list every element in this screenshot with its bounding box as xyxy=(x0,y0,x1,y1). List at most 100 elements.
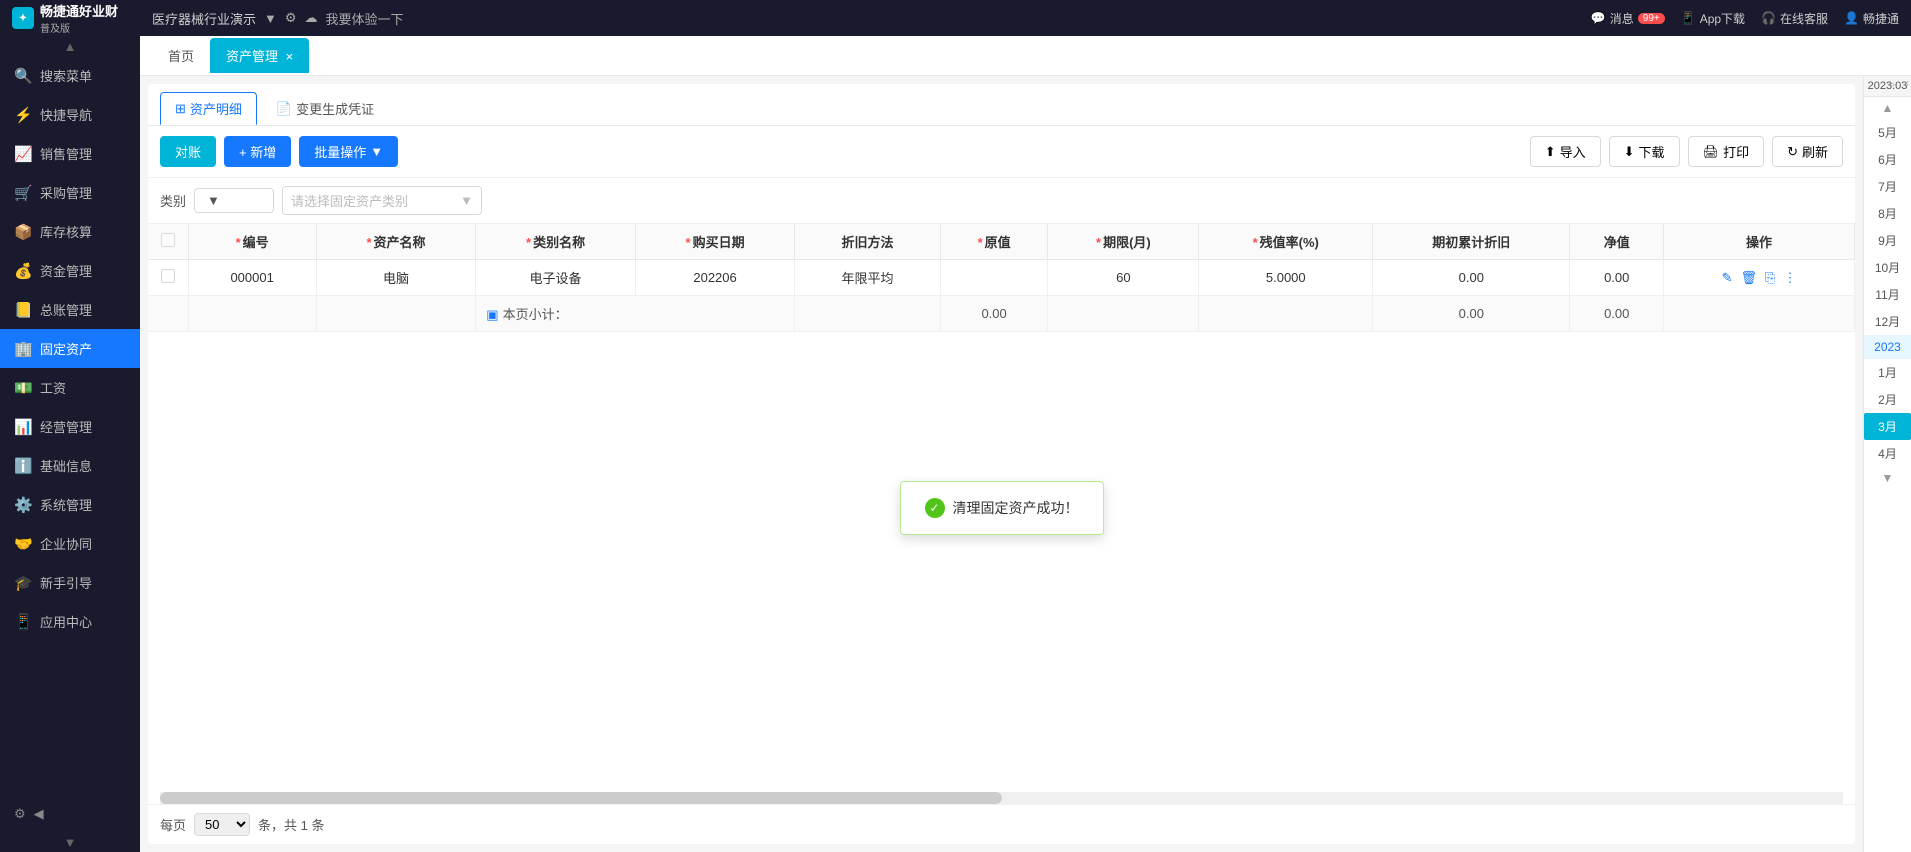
calendar-scroll-up[interactable]: ▲ xyxy=(1864,97,1911,119)
sidebar-item-新手引导[interactable]: 🎓新手引导 xyxy=(0,563,140,602)
calendar-month-item[interactable]: 4月 xyxy=(1864,440,1911,467)
calendar-panel: 2023.03 × ⇔ ▲ 5月6月7月8月9月10月11月12月20231月2… xyxy=(1863,76,1911,852)
calendar-month-item[interactable]: 12月 xyxy=(1864,308,1911,335)
horizontal-scrollbar[interactable] xyxy=(160,792,1843,804)
footer-collapse-icon[interactable]: ◀ xyxy=(34,806,44,822)
calendar-month-item[interactable]: 5月 xyxy=(1864,119,1911,146)
sidebar-icon: 📊 xyxy=(14,418,32,436)
import-icon: ⬆ xyxy=(1545,144,1556,160)
tab-asset-management[interactable]: 资产管理 × xyxy=(210,38,309,73)
filter-label: 类别 xyxy=(160,191,186,210)
sidebar-icon: ℹ️ xyxy=(14,457,32,475)
sidebar-item-总账管理[interactable]: 📒总账管理 xyxy=(0,290,140,329)
sidebar-item-搜索菜单[interactable]: 🔍搜索菜单 xyxy=(0,56,140,95)
row-period: 60 xyxy=(1048,260,1199,296)
sub-tabs: ⊞ 资产明细 📄 变更生成凭证 xyxy=(148,84,1855,126)
asset-category-input[interactable]: 请选择固定资产类别 ▼ xyxy=(282,186,482,215)
calendar-month-item[interactable]: 7月 xyxy=(1864,173,1911,200)
select-all-header[interactable] xyxy=(148,224,188,260)
calendar-month-item[interactable]: 6月 xyxy=(1864,146,1911,173)
more-icon[interactable]: ⋮ xyxy=(1783,270,1796,286)
message-button[interactable]: 💬 消息 99+ xyxy=(1591,10,1665,27)
sidebar-item-基础信息[interactable]: ℹ️ 基础信息 xyxy=(0,446,140,485)
sidebar-item-企业协同[interactable]: 🤝企业协同 xyxy=(0,524,140,563)
download-button[interactable]: ⬇ 下载 xyxy=(1609,136,1680,167)
subtotal-initial-dep: 0.00 xyxy=(1373,296,1570,332)
sidebar-icon: ⚡ xyxy=(14,106,32,124)
calendar-month-item[interactable]: 11月 xyxy=(1864,281,1911,308)
import-button[interactable]: ⬆ 导入 xyxy=(1530,136,1601,167)
total-label: 条，共 1 条 xyxy=(258,815,324,834)
success-message: 清理固定资产成功！ xyxy=(953,498,1079,518)
sidebar-item-库存核算[interactable]: 📦库存核算 xyxy=(0,212,140,251)
sub-tab-asset-detail[interactable]: ⊞ 资产明细 xyxy=(160,92,257,125)
calendar-close-icon[interactable]: × xyxy=(1903,78,1909,90)
settings-gear-icon[interactable]: ⚙ xyxy=(285,10,297,26)
sidebar-item-销售管理[interactable]: 📈销售管理 xyxy=(0,134,140,173)
calendar-month-item[interactable]: 3月 xyxy=(1864,413,1911,440)
per-page-select[interactable]: 50 100 xyxy=(194,813,250,836)
sidebar-item-应用中心[interactable]: 📱应用中心 xyxy=(0,602,140,641)
calendar-month-item[interactable]: 9月 xyxy=(1864,227,1911,254)
sidebar-label: 系统管理 xyxy=(40,495,92,514)
tab-close-icon[interactable]: × xyxy=(286,49,294,64)
toolbar: 对账 + 新增 批量操作 ▼ ⬆ 导入 ⬇ 下载 xyxy=(148,126,1855,178)
calendar-month-item[interactable]: 10月 xyxy=(1864,254,1911,281)
message-icon: 💬 xyxy=(1591,11,1606,25)
message-badge: 99+ xyxy=(1638,13,1665,24)
row-code: 000001 xyxy=(188,260,316,296)
app-edition: 普及版 xyxy=(40,20,118,35)
sidebar-scroll-down[interactable]: ▼ xyxy=(0,832,140,852)
toolbar-right: ⬆ 导入 ⬇ 下载 🖨 打印 ↻ 刷新 xyxy=(1530,136,1843,167)
calendar-scroll-down[interactable]: ▼ xyxy=(1864,467,1911,489)
row-checkbox-cell[interactable] xyxy=(148,260,188,296)
refresh-icon: ↻ xyxy=(1787,144,1798,160)
footer-settings-icon[interactable]: ⚙ xyxy=(14,806,26,822)
sidebar-item-快捷导航[interactable]: ⚡快捷导航 xyxy=(0,95,140,134)
category-filter[interactable]: ▼ xyxy=(194,188,274,213)
tab-home[interactable]: 首页 xyxy=(152,38,210,73)
print-button[interactable]: 🖨 打印 xyxy=(1688,136,1765,167)
online-service-button[interactable]: 🎧 在线客服 xyxy=(1761,10,1828,27)
app-download-button[interactable]: 📱 App下载 xyxy=(1681,10,1745,27)
sidebar-label: 基础信息 xyxy=(40,456,92,475)
copy-icon[interactable]: ⎘ xyxy=(1765,270,1775,286)
sub-tab-change-voucher[interactable]: 📄 变更生成凭证 xyxy=(261,92,389,125)
category-filter-chevron: ▼ xyxy=(207,193,220,208)
logo-icon: ✦ xyxy=(12,7,34,29)
sidebar-item-经营管理[interactable]: 📊经营管理 xyxy=(0,407,140,446)
col-original-value: *原值 xyxy=(940,224,1048,260)
sidebar-item-系统管理[interactable]: ⚙️系统管理 xyxy=(0,485,140,524)
select-all-checkbox[interactable] xyxy=(161,233,175,247)
sidebar-scroll-up[interactable]: ▲ xyxy=(0,36,140,56)
sub-tab-change-icon: 📄 xyxy=(276,101,292,117)
avatar-icon: 👤 xyxy=(1844,11,1859,25)
sub-tab-detail-icon: ⊞ xyxy=(175,101,186,117)
calendar-expand-icon[interactable]: ⇔ xyxy=(1886,78,1897,90)
sidebar-item-资金管理[interactable]: 💰资金管理 xyxy=(0,251,140,290)
experience-text[interactable]: 我要体验一下 xyxy=(326,9,404,28)
calendar-year-label: 2023 xyxy=(1864,335,1911,359)
user-avatar[interactable]: 👤 畅捷通 xyxy=(1844,10,1899,27)
delete-icon[interactable]: 🗑 xyxy=(1741,270,1758,286)
sidebar-icon: 💰 xyxy=(14,262,32,280)
batch-ops-button[interactable]: 批量操作 ▼ xyxy=(299,136,398,167)
row-category: 电子设备 xyxy=(476,260,636,296)
row-checkbox[interactable] xyxy=(161,269,175,283)
calendar-month-item[interactable]: 1月 xyxy=(1864,359,1911,386)
top-bar: ✦ 畅捷通好业财 普及版 医疗器械行业演示 ▼ ⚙ ☁ 我要体验一下 💬 消息 … xyxy=(0,0,1911,36)
sidebar-item-采购管理[interactable]: 🛒采购管理 xyxy=(0,173,140,212)
sidebar-item-工资[interactable]: 💵工资 xyxy=(0,368,140,407)
company-chevron[interactable]: ▼ xyxy=(264,11,277,26)
pagination-bar: 每页 50 100 条，共 1 条 xyxy=(148,804,1855,844)
sidebar-item-固定资产[interactable]: 🏢固定资产 xyxy=(0,329,140,368)
reconcile-button[interactable]: 对账 xyxy=(160,136,216,167)
refresh-button[interactable]: ↻ 刷新 xyxy=(1772,136,1843,167)
company-selector[interactable]: 医疗器械行业演示 ▼ ⚙ ☁ 我要体验一下 xyxy=(152,9,1591,28)
calendar-month-item[interactable]: 2月 xyxy=(1864,386,1911,413)
edit-icon[interactable]: ✎ xyxy=(1722,270,1733,286)
calendar-month-item[interactable]: 8月 xyxy=(1864,200,1911,227)
page-content: ⊞ 资产明细 📄 变更生成凭证 对账 + 新增 批量操作 ▼ xyxy=(140,76,1911,852)
new-button[interactable]: + 新增 xyxy=(224,136,291,167)
scrollbar-thumb[interactable] xyxy=(160,792,1002,804)
